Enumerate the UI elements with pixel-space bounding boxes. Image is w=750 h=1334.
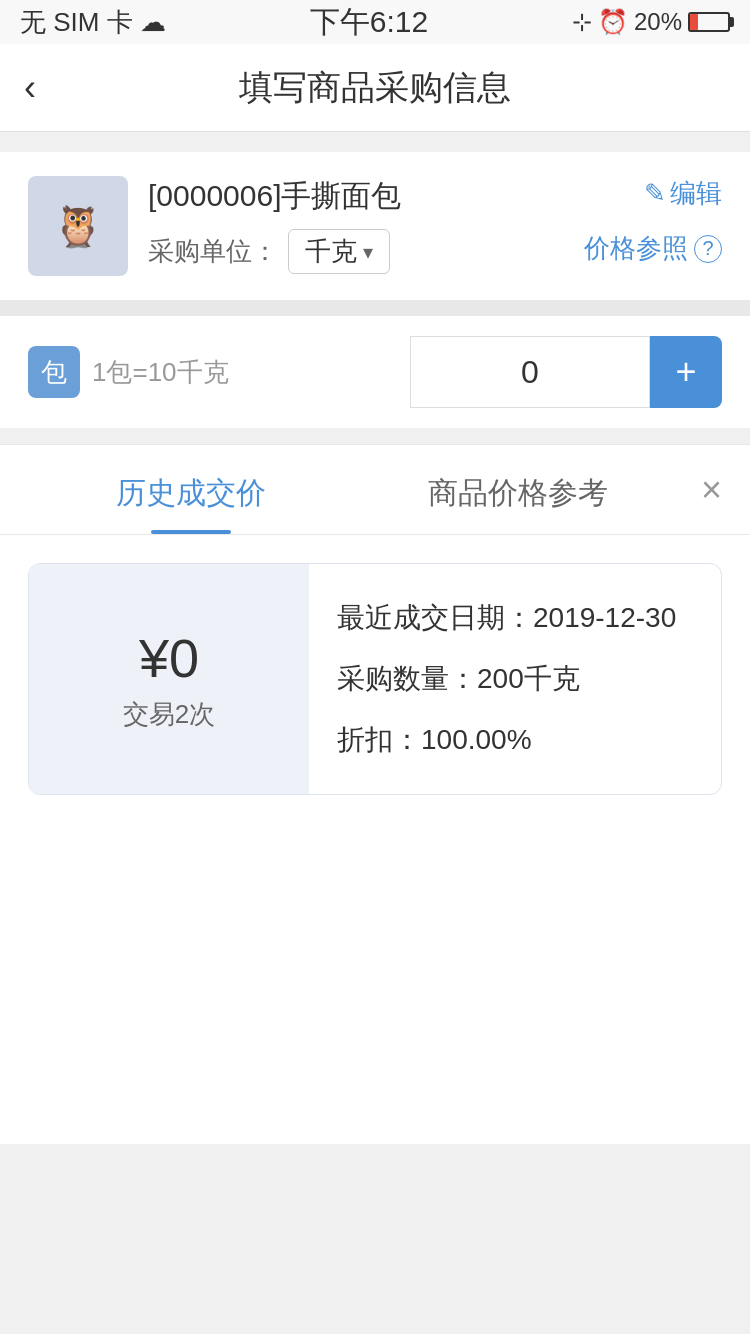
history-purchase-qty-row: 采购数量：200千克 bbox=[337, 657, 693, 702]
bottom-panel: 历史成交价 商品价格参考 × ¥0 交易2次 最近成交日期：2019-12-30 bbox=[0, 444, 750, 823]
section-divider bbox=[0, 300, 750, 316]
product-unit-row: 采购单位： 千克 ▾ bbox=[148, 229, 401, 274]
main-white-area: 历史成交价 商品价格参考 × ¥0 交易2次 最近成交日期：2019-12-30 bbox=[0, 444, 750, 1144]
product-actions: ✎ 编辑 价格参照 ? bbox=[584, 176, 722, 266]
battery-percent: 20% bbox=[634, 8, 682, 36]
page-title: 填写商品采购信息 bbox=[239, 65, 511, 111]
signal-no-sim: 无 SIM 卡 ☁ bbox=[20, 5, 166, 40]
history-price-value: ¥0 bbox=[139, 627, 199, 689]
history-card-left: ¥0 交易2次 bbox=[29, 564, 309, 794]
unit-selector[interactable]: 千克 ▾ bbox=[288, 229, 390, 274]
history-purchase-qty-value: 200千克 bbox=[477, 663, 580, 694]
history-discount-value: 100.00% bbox=[421, 724, 532, 755]
panel-close-button[interactable]: × bbox=[681, 449, 722, 531]
help-icon: ? bbox=[694, 235, 722, 263]
location-icon: ⊹ bbox=[572, 8, 592, 36]
quantity-add-button[interactable]: + bbox=[650, 336, 722, 408]
status-right: ⊹ ⏰ 20% bbox=[572, 8, 730, 36]
history-trade-count: 交易2次 bbox=[123, 697, 215, 732]
back-button[interactable]: ‹ bbox=[24, 67, 36, 109]
history-recent-date-row: 最近成交日期：2019-12-30 bbox=[337, 596, 693, 641]
product-logo-icon: 🦉 bbox=[53, 203, 103, 250]
status-left: 无 SIM 卡 ☁ bbox=[20, 5, 166, 40]
tab-price-ref[interactable]: 商品价格参考 bbox=[354, 445, 680, 534]
quantity-control: + bbox=[410, 336, 722, 408]
product-section: 🦉 [0000006]手撕面包 采购单位： 千克 ▾ ✎ 编辑 价格参照 bbox=[0, 152, 750, 300]
edit-button[interactable]: ✎ 编辑 bbox=[644, 176, 722, 211]
battery-icon bbox=[688, 12, 730, 32]
history-discount-row: 折扣：100.00% bbox=[337, 718, 693, 763]
unit-dropdown-icon: ▾ bbox=[363, 240, 373, 264]
edit-icon: ✎ bbox=[644, 178, 666, 209]
product-name: [0000006]手撕面包 bbox=[148, 176, 401, 217]
product-info: [0000006]手撕面包 采购单位： 千克 ▾ bbox=[148, 176, 401, 274]
history-purchase-qty-label: 采购数量： bbox=[337, 663, 477, 694]
price-ref-button[interactable]: 价格参照 ? bbox=[584, 231, 722, 266]
status-bar: 无 SIM 卡 ☁ 下午6:12 ⊹ ⏰ 20% bbox=[0, 0, 750, 44]
price-ref-label: 价格参照 bbox=[584, 231, 688, 266]
quantity-unit-info: 包 1包=10千克 bbox=[28, 346, 229, 398]
product-image: 🦉 bbox=[28, 176, 128, 276]
history-recent-date-label: 最近成交日期： bbox=[337, 602, 533, 633]
tab-history[interactable]: 历史成交价 bbox=[28, 445, 354, 534]
quantity-input[interactable] bbox=[410, 336, 650, 408]
unit-value: 千克 bbox=[305, 234, 357, 269]
tab-content-history: ¥0 交易2次 最近成交日期：2019-12-30 采购数量：200千克 折扣：… bbox=[0, 535, 750, 823]
quantity-row: 包 1包=10千克 + bbox=[0, 316, 750, 428]
unit-conversion: 1包=10千克 bbox=[92, 355, 229, 390]
edit-label: 编辑 bbox=[670, 176, 722, 211]
unit-label: 采购单位： bbox=[148, 234, 278, 269]
history-discount-label: 折扣： bbox=[337, 724, 421, 755]
nav-bar: ‹ 填写商品采购信息 bbox=[0, 44, 750, 132]
history-recent-date-value: 2019-12-30 bbox=[533, 602, 676, 633]
status-time: 下午6:12 bbox=[310, 2, 428, 43]
alarm-icon: ⏰ bbox=[598, 8, 628, 36]
tab-active-indicator bbox=[151, 530, 231, 534]
unit-badge: 包 bbox=[28, 346, 80, 398]
history-card-right: 最近成交日期：2019-12-30 采购数量：200千克 折扣：100.00% bbox=[309, 564, 721, 794]
tabs-row: 历史成交价 商品价格参考 × bbox=[0, 445, 750, 535]
history-price-card: ¥0 交易2次 最近成交日期：2019-12-30 采购数量：200千克 折扣：… bbox=[28, 563, 722, 795]
tab-history-label: 历史成交价 bbox=[116, 476, 266, 509]
tab-price-ref-label: 商品价格参考 bbox=[428, 476, 608, 509]
